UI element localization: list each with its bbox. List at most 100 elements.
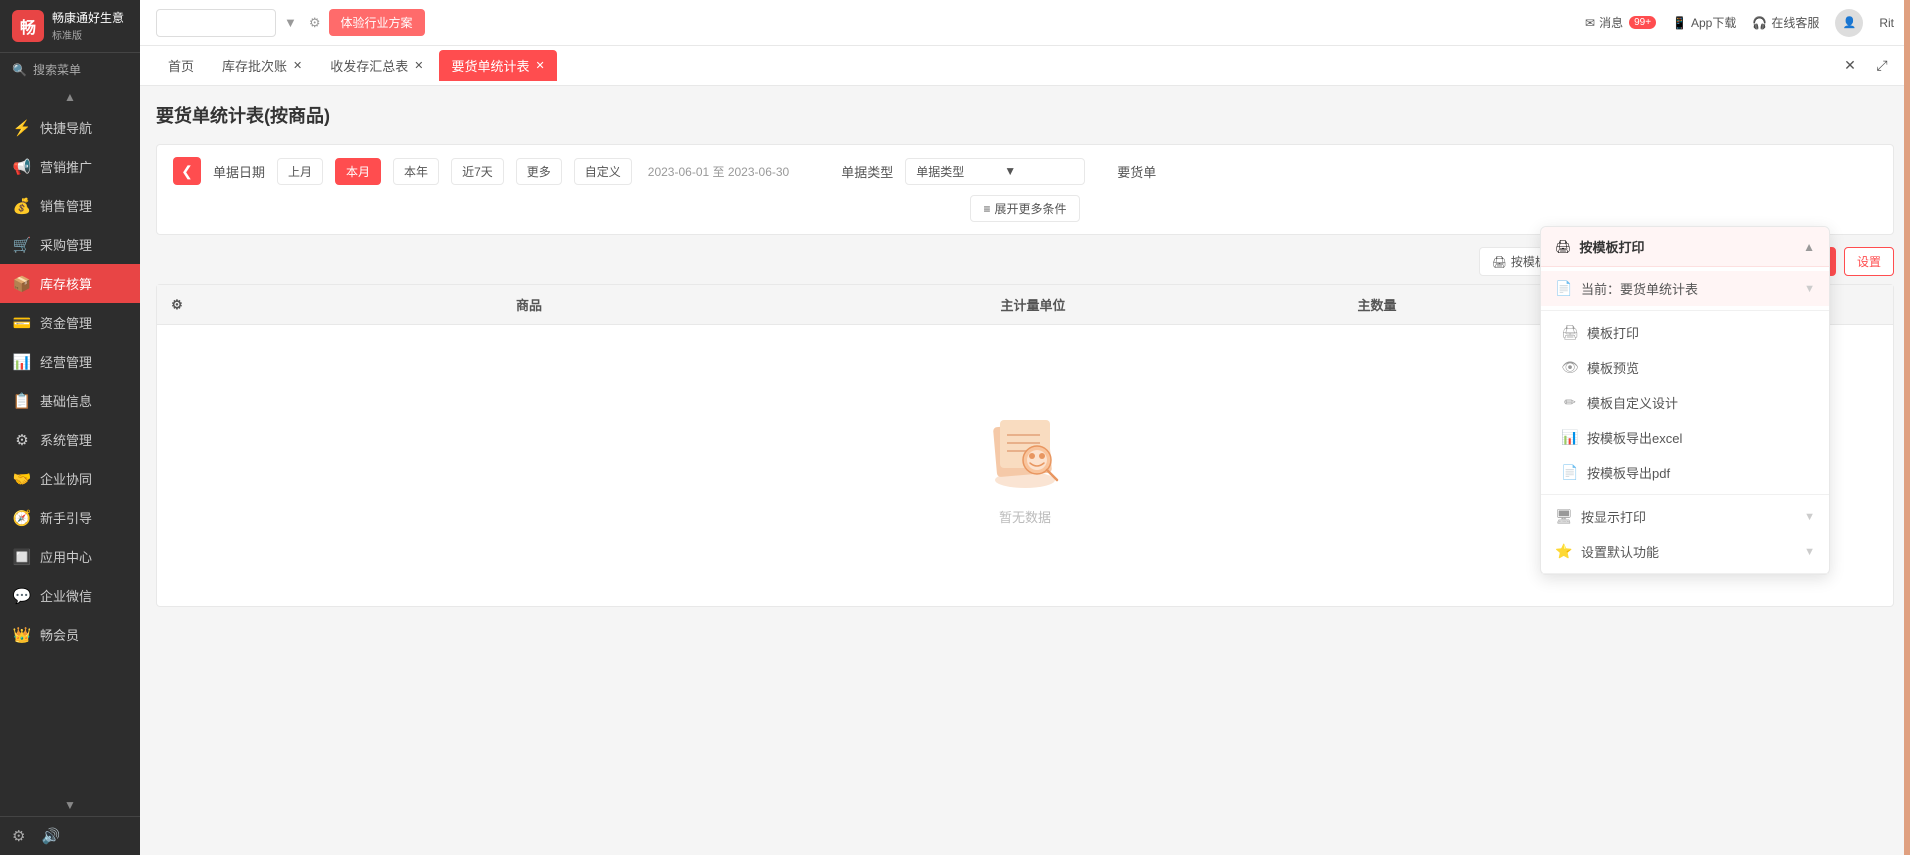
dropdown-items-section: 🖨 模板打印 👁 模板预览 ✏ 模板自定义设计: [1541, 311, 1829, 495]
sidebar-item-guide[interactable]: 🧭 新手引导: [0, 498, 140, 537]
expand-icon: ≡: [983, 202, 990, 216]
template-preview-label: 模板预览: [1587, 358, 1639, 377]
settings-btn[interactable]: 设置: [1844, 247, 1894, 276]
sidebar-item-wechat[interactable]: 💬 企业微信: [0, 576, 140, 615]
sidebar-item-label: 新手引导: [40, 508, 92, 527]
sidebar-item-operations[interactable]: 📊 经营管理: [0, 342, 140, 381]
sidebar-item-apps[interactable]: 🔲 应用中心: [0, 537, 140, 576]
dropdown-set-default[interactable]: ⭐ 设置默认功能 ▼: [1541, 534, 1829, 569]
sidebar-item-enterprise[interactable]: 🤝 企业协同: [0, 459, 140, 498]
dropdown-item-template-pdf[interactable]: 📄 按模板导出pdf: [1541, 455, 1829, 490]
sidebar-search[interactable]: 🔍 搜索菜单: [0, 53, 140, 86]
tab-maximize-window[interactable]: ⤢: [1870, 54, 1894, 78]
template-print-icon: 🖨: [1561, 324, 1579, 341]
tab-order-stats[interactable]: 要货单统计表 ✕: [439, 50, 556, 81]
sidebar-search-label: 搜索菜单: [33, 61, 81, 78]
display-print-chevron: ▼: [1804, 511, 1815, 523]
display-print-label: 按显示打印: [1581, 507, 1646, 526]
topbar: ▼ ⚙ 体验行业方案 ✉ 消息 99+ 📱 App下载 🎧 在线客服 👤 Rit: [140, 0, 1910, 46]
tab-inventory-batch-label: 库存批次账: [222, 56, 287, 75]
tab-receipt-summary[interactable]: 收发存汇总表 ✕: [318, 50, 435, 81]
table-settings-col[interactable]: ⚙: [157, 297, 197, 313]
date-btn-this-month[interactable]: 本月: [335, 158, 381, 185]
tab-home[interactable]: 首页: [156, 50, 206, 81]
sidebar-item-label: 企业协同: [40, 469, 92, 488]
sidebar: 畅 畅康通好生意 标准版 🔍 搜索菜单 ▲ ⚡ 快捷导航 📢 营销推广 💰 销售…: [0, 0, 140, 855]
avatar-icon: 👤: [1842, 16, 1856, 29]
dropdown-header-icon: 🖨: [1555, 239, 1572, 255]
dropdown-item-template-excel[interactable]: 📊 按模板导出excel: [1541, 420, 1829, 455]
order-type-label: 要货单: [1117, 162, 1156, 181]
app-version-tag: 标准版: [52, 27, 124, 42]
filter-collapse-btn[interactable]: ❮: [173, 157, 201, 185]
topbar-gear-icon[interactable]: ⚙: [309, 15, 321, 31]
tab-close-window[interactable]: ✕: [1838, 54, 1862, 78]
resize-handle[interactable]: [1904, 0, 1910, 855]
date-btn-custom[interactable]: 自定义: [574, 158, 632, 185]
dropdown-header[interactable]: 🖨 按模板打印 ▲: [1541, 227, 1829, 267]
type-select[interactable]: 单据类型 ▼: [905, 158, 1085, 185]
topbar-dropdown-arrow[interactable]: ▼: [284, 15, 297, 30]
date-range-display: 2023-06-01 至 2023-06-30: [648, 163, 789, 180]
sidebar-item-quick-nav[interactable]: ⚡ 快捷导航: [0, 108, 140, 147]
app-download-icon: 📱: [1672, 16, 1687, 30]
dropdown-item-template-custom[interactable]: ✏ 模板自定义设计: [1541, 385, 1829, 420]
online-service-button[interactable]: 🎧 在线客服: [1752, 14, 1819, 31]
settings-icon[interactable]: ⚙: [12, 827, 25, 845]
enterprise-icon: 🤝: [12, 470, 32, 488]
app-name: 畅康通好生意: [52, 10, 124, 27]
table-settings-icon[interactable]: ⚙: [171, 297, 183, 312]
dropdown-display-print[interactable]: 🖥 按显示打印 ▼: [1541, 499, 1829, 534]
sidebar-item-purchase[interactable]: 🛒 采购管理: [0, 225, 140, 264]
sidebar-scroll-up[interactable]: ▲: [0, 86, 140, 108]
topbar-search-input[interactable]: [156, 9, 276, 37]
sidebar-item-label: 库存核算: [40, 274, 92, 293]
dropdown-item-template-print[interactable]: 🖨 模板打印: [1541, 315, 1829, 350]
sidebar-item-sales[interactable]: 💰 销售管理: [0, 186, 140, 225]
template-print-label: 模板打印: [1587, 323, 1639, 342]
system-icon: ⚙: [12, 431, 32, 449]
template-pdf-label: 按模板导出pdf: [1587, 463, 1670, 482]
tab-order-stats-close[interactable]: ✕: [536, 59, 545, 72]
sidebar-scroll-down[interactable]: ▼: [0, 794, 140, 816]
table-col-quantity: 主数量: [1205, 295, 1549, 314]
sidebar-item-label: 营销推广: [40, 157, 92, 176]
sidebar-item-marketing[interactable]: 📢 营销推广: [0, 147, 140, 186]
type-select-arrow: ▼: [1004, 164, 1016, 178]
sales-icon: 💰: [12, 197, 32, 215]
sidebar-item-member[interactable]: 👑 畅会员: [0, 615, 140, 654]
set-default-chevron: ▼: [1804, 546, 1815, 558]
table-col-product: 商品: [197, 295, 861, 314]
dropdown-current-item[interactable]: 📄 当前：要货单统计表 ▼: [1541, 271, 1829, 306]
expand-filter-btn[interactable]: ≡ 展开更多条件: [970, 195, 1079, 222]
tab-inventory-batch-close[interactable]: ✕: [293, 59, 302, 72]
message-button[interactable]: ✉ 消息 99+: [1585, 14, 1656, 31]
app-logo-icon: 畅: [12, 10, 44, 42]
sidebar-item-basic[interactable]: 📋 基础信息: [0, 381, 140, 420]
date-btn-7days[interactable]: 近7天: [451, 158, 504, 185]
sidebar-item-finance[interactable]: 💳 资金管理: [0, 303, 140, 342]
dropdown-close-chevron[interactable]: ▲: [1803, 240, 1815, 254]
sidebar-item-system[interactable]: ⚙ 系统管理: [0, 420, 140, 459]
message-label: 消息: [1599, 14, 1623, 31]
user-avatar[interactable]: 👤: [1835, 9, 1863, 37]
sidebar-bottom: ⚙ 🔊: [0, 816, 140, 855]
date-btn-this-year[interactable]: 本年: [393, 158, 439, 185]
audio-icon[interactable]: 🔊: [41, 827, 60, 845]
service-icon: 🎧: [1752, 16, 1767, 30]
member-icon: 👑: [12, 626, 32, 644]
marketing-icon: 📢: [12, 158, 32, 176]
set-default-icon: ⭐: [1555, 543, 1573, 560]
finance-icon: 💳: [12, 314, 32, 332]
app-download-button[interactable]: 📱 App下载: [1672, 14, 1736, 31]
date-btn-more[interactable]: 更多: [516, 158, 562, 185]
tab-inventory-batch[interactable]: 库存批次账 ✕: [210, 50, 314, 81]
display-print-icon: 🖥: [1555, 508, 1573, 525]
date-btn-last-month[interactable]: 上月: [277, 158, 323, 185]
tab-receipt-summary-close[interactable]: ✕: [414, 59, 423, 72]
current-item-chevron: ▼: [1804, 283, 1815, 295]
dropdown-item-template-preview[interactable]: 👁 模板预览: [1541, 350, 1829, 385]
tab-home-label: 首页: [168, 56, 194, 75]
trial-button[interactable]: 体验行业方案: [329, 9, 425, 36]
sidebar-item-inventory[interactable]: 📦 库存核算: [0, 264, 140, 303]
